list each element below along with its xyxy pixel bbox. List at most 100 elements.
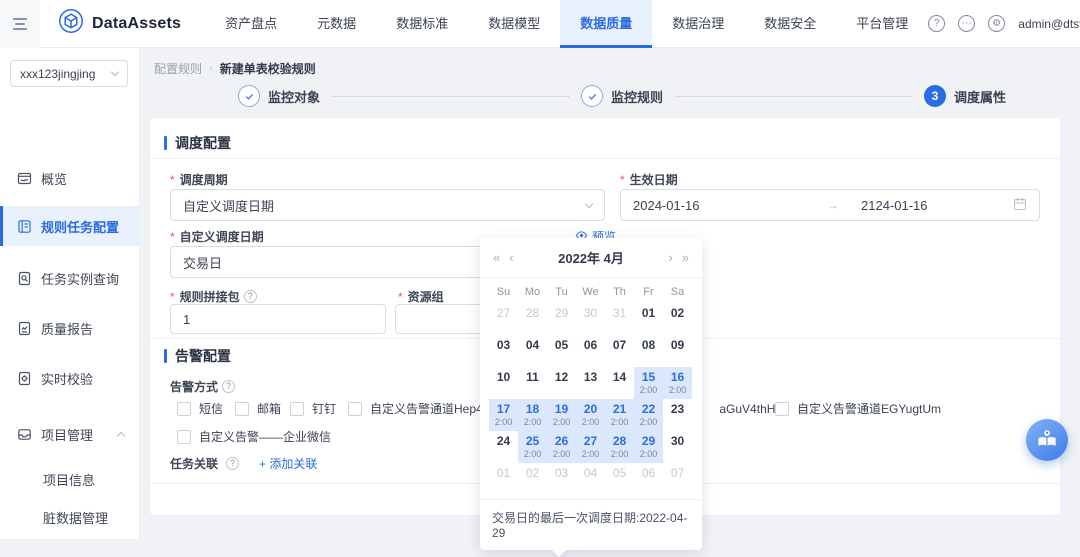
calendar-day-selected[interactable]: 21 2:00 <box>605 399 634 431</box>
calendar-day[interactable]: 04 <box>576 463 605 495</box>
help-question-icon[interactable]: ? <box>243 290 257 303</box>
breadcrumb-parent[interactable]: 配置规则 <box>154 60 202 77</box>
alert-option-custom-channel-2[interactable]: 自定义告警通道EGYugtUm <box>775 400 941 417</box>
calendar-day[interactable]: 03 <box>547 463 576 495</box>
calendar-day-selected[interactable]: 27 2:00 <box>576 431 605 463</box>
alert-option-dingtalk[interactable]: 钉钉 <box>290 400 336 417</box>
user-account[interactable]: admin@dtstack.com <box>1018 17 1080 31</box>
checkbox[interactable] <box>177 429 191 444</box>
calendar-day[interactable]: 02 <box>663 303 692 335</box>
tab-data-model[interactable]: 数据模型 <box>468 0 560 48</box>
next-month-icon[interactable]: › <box>668 251 672 264</box>
calendar-day[interactable]: 24 <box>489 431 518 463</box>
help-question-icon[interactable]: ? <box>222 380 236 393</box>
calendar-day[interactable]: 11 <box>518 367 547 399</box>
calendar-day[interactable]: 09 <box>663 335 692 367</box>
calendar-day[interactable]: 10 <box>489 367 518 399</box>
calendar-day[interactable]: 03 <box>489 335 518 367</box>
task-instance-icon <box>18 271 31 285</box>
calendar-day[interactable]: 01 <box>489 463 518 495</box>
tab-data-standard[interactable]: 数据标准 <box>376 0 468 48</box>
next-year-icon[interactable]: » <box>682 251 689 264</box>
checkbox[interactable] <box>775 401 789 416</box>
calendar-day[interactable]: 31 <box>605 303 634 335</box>
tab-metadata[interactable]: 元数据 <box>297 0 376 48</box>
tab-data-quality[interactable]: 数据质量 <box>560 0 653 48</box>
calendar-day[interactable]: 04 <box>518 335 547 367</box>
calendar-day[interactable]: 07 <box>605 335 634 367</box>
alert-option-sms[interactable]: 短信 <box>177 400 223 417</box>
sidebar-item-quality-report[interactable]: 质量报告 <box>0 308 140 348</box>
calendar-day-selected[interactable]: 22 2:00 <box>634 399 663 431</box>
tab-asset-inventory[interactable]: 资产盘点 <box>205 0 297 48</box>
checkbox[interactable] <box>235 401 249 416</box>
step-connector <box>332 95 569 97</box>
tab-data-security[interactable]: 数据安全 <box>744 0 836 48</box>
calendar-day[interactable]: 14 <box>605 367 634 399</box>
chevron-down-icon <box>110 67 120 77</box>
calendar-day-selected[interactable]: 16 2:00 <box>663 367 692 399</box>
calendar-day-selected[interactable]: 18 2:00 <box>518 399 547 431</box>
checkbox[interactable] <box>348 401 362 416</box>
hamburger-menu-icon[interactable] <box>0 0 40 48</box>
calendar-day-selected[interactable]: 25 2:00 <box>518 431 547 463</box>
calendar-day-selected[interactable]: 19 2:00 <box>547 399 576 431</box>
calendar-day[interactable]: 07 <box>663 463 692 495</box>
feedback-icon[interactable]: ⋯ <box>958 15 976 32</box>
sidebar-item-task-instance-query[interactable]: 任务实例查询 <box>0 258 140 298</box>
docs-location-widget-button[interactable] <box>1026 419 1068 461</box>
calendar-day[interactable]: 06 <box>634 463 663 495</box>
prev-year-icon[interactable]: « <box>493 251 500 264</box>
sidebar-item-realtime-check[interactable]: 实时校验 <box>0 358 140 398</box>
calendar-day-selected[interactable]: 26 2:00 <box>547 431 576 463</box>
calendar-day[interactable]: 29 <box>547 303 576 335</box>
add-relation-link[interactable]: + 添加关联 <box>259 455 317 472</box>
sidebar-item-project-management[interactable]: 项目管理 <box>0 414 140 454</box>
calendar-day-selected[interactable]: 20 2:00 <box>576 399 605 431</box>
sidebar-item-rule-task-config[interactable]: 规则任务配置 <box>0 206 140 246</box>
calendar-day[interactable]: 01 <box>634 303 663 335</box>
calendar-day[interactable]: 30 <box>663 431 692 463</box>
tab-platform-admin[interactable]: 平台管理 <box>836 0 928 48</box>
calendar-day-selected[interactable]: 28 2:00 <box>605 431 634 463</box>
help-icon[interactable]: ? <box>928 15 946 32</box>
top-nav-tabs: 资产盘点 元数据 数据标准 数据模型 数据质量 数据治理 数据安全 平台管理 <box>205 0 928 48</box>
calendar-day[interactable]: 27 <box>489 303 518 335</box>
calendar-day[interactable]: 28 <box>518 303 547 335</box>
calendar-day[interactable]: 12 <box>547 367 576 399</box>
calendar-header: « ‹ 2022年 4月 › » <box>480 238 702 278</box>
sidebar-subitem-dirty-data[interactable]: 脏数据管理 <box>0 500 140 534</box>
alert-option-mail[interactable]: 邮箱 <box>235 400 281 417</box>
calendar-day[interactable]: 23 <box>663 399 692 431</box>
settings-gear-icon[interactable]: ⚙ <box>988 15 1006 32</box>
step-connector <box>675 95 912 97</box>
sidebar-subitem-project-info[interactable]: 项目信息 <box>0 462 140 496</box>
checkbox[interactable] <box>177 401 191 416</box>
calendar-day[interactable]: 05 <box>605 463 634 495</box>
calendar-day[interactable]: 30 <box>576 303 605 335</box>
effective-date-range-input[interactable]: 2024-01-16 → 2124-01-16 <box>620 189 1040 221</box>
step-monitor-rule[interactable]: 监控规则 <box>581 85 663 107</box>
calendar-day-selected[interactable]: 15 2:00 <box>634 367 663 399</box>
calendar-day[interactable]: 06 <box>576 335 605 367</box>
calendar-day-selected[interactable]: 17 2:00 <box>489 399 518 431</box>
tab-data-governance[interactable]: 数据治理 <box>652 0 744 48</box>
project-selector[interactable]: xxx123jingjing <box>10 60 128 87</box>
schedule-period-select[interactable]: 自定义调度日期 <box>170 189 605 221</box>
calendar-day-selected[interactable]: 29 2:00 <box>634 431 663 463</box>
alert-option-custom-wechat[interactable]: 自定义告警——企业微信 <box>177 428 331 445</box>
task-relation-row: 任务关联 ? + 添加关联 <box>170 455 317 472</box>
calendar-day[interactable]: 08 <box>634 335 663 367</box>
checkbox[interactable] <box>290 401 304 416</box>
brand-name: DataAssets <box>92 14 182 32</box>
help-question-icon[interactable]: ? <box>226 457 240 470</box>
calendar-title[interactable]: 2022年 4月 <box>514 248 669 267</box>
step-schedule-attrs[interactable]: 3 调度属性 <box>924 85 1006 107</box>
sidebar-item-overview[interactable]: 概览 <box>0 158 140 198</box>
calendar-day[interactable]: 05 <box>547 335 576 367</box>
calendar-day[interactable]: 13 <box>576 367 605 399</box>
step-monitor-object[interactable]: 监控对象 <box>238 85 320 107</box>
brand[interactable]: DataAssets <box>58 8 181 39</box>
calendar-day[interactable]: 02 <box>518 463 547 495</box>
rule-package-input[interactable]: 1 <box>170 304 386 334</box>
